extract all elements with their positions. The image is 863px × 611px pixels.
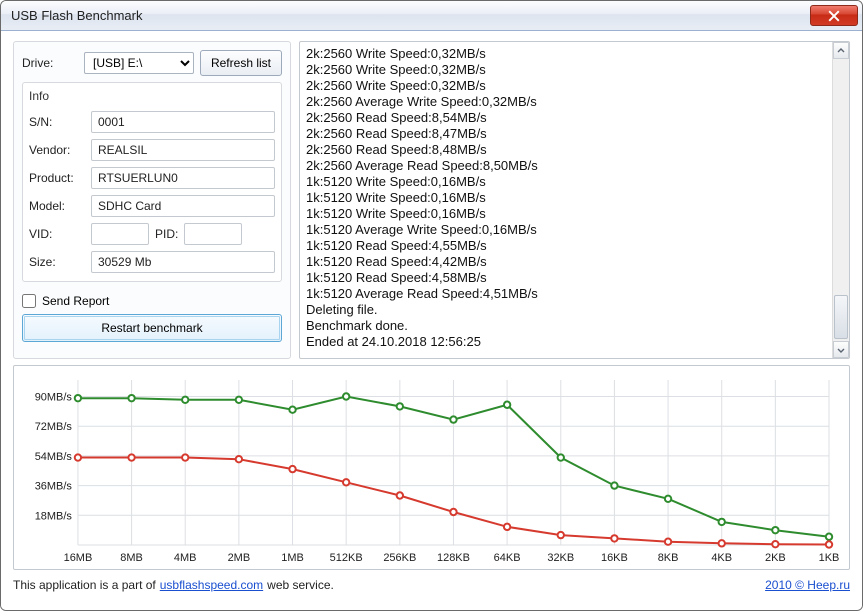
- svg-text:72MB/s: 72MB/s: [35, 421, 73, 433]
- svg-text:32KB: 32KB: [547, 552, 574, 564]
- drive-select[interactable]: [USB] E:\: [84, 52, 194, 74]
- svg-text:18MB/s: 18MB/s: [35, 510, 73, 522]
- scroll-up-button[interactable]: [833, 42, 849, 59]
- svg-text:256KB: 256KB: [383, 552, 416, 564]
- send-report-checkbox[interactable]: [22, 294, 36, 308]
- titlebar: USB Flash Benchmark: [1, 1, 862, 31]
- svg-text:2MB: 2MB: [228, 552, 251, 564]
- refresh-button[interactable]: Refresh list: [200, 50, 282, 76]
- vendor-label: Vendor:: [29, 143, 85, 157]
- send-report-label: Send Report: [42, 294, 109, 308]
- footer-text-prefix: This application is a part of: [13, 578, 156, 592]
- svg-text:90MB/s: 90MB/s: [35, 391, 73, 403]
- svg-text:8MB: 8MB: [120, 552, 143, 564]
- svg-text:4KB: 4KB: [711, 552, 732, 564]
- vid-field[interactable]: [91, 223, 149, 245]
- log-text: 2k:2560 Write Speed:0,32MB/s 2k:2560 Wri…: [300, 42, 832, 358]
- window-title: USB Flash Benchmark: [11, 8, 810, 23]
- svg-text:1KB: 1KB: [819, 552, 839, 564]
- footer: This application is a part of usbflashsp…: [13, 576, 850, 592]
- chevron-up-icon: [837, 47, 845, 55]
- scroll-track[interactable]: [833, 59, 849, 341]
- svg-text:8KB: 8KB: [658, 552, 679, 564]
- model-field[interactable]: [91, 195, 275, 217]
- scroll-thumb[interactable]: [834, 295, 848, 339]
- size-field[interactable]: [91, 251, 275, 273]
- footer-link-usbflashspeed[interactable]: usbflashspeed.com: [160, 578, 263, 592]
- info-group-title: Info: [29, 89, 275, 103]
- close-icon: [828, 10, 840, 22]
- close-button[interactable]: [810, 5, 858, 26]
- sn-field[interactable]: [91, 111, 275, 133]
- svg-text:16KB: 16KB: [601, 552, 628, 564]
- scrollbar[interactable]: [832, 42, 849, 358]
- model-label: Model:: [29, 199, 85, 213]
- chevron-down-icon: [837, 346, 845, 354]
- svg-text:1MB: 1MB: [281, 552, 304, 564]
- drive-label: Drive:: [22, 56, 78, 70]
- product-label: Product:: [29, 171, 85, 185]
- vendor-field[interactable]: [91, 139, 275, 161]
- log-panel: 2k:2560 Write Speed:0,32MB/s 2k:2560 Wri…: [299, 41, 850, 359]
- svg-text:54MB/s: 54MB/s: [35, 451, 73, 463]
- size-label: Size:: [29, 255, 85, 269]
- info-group: Info S/N: Vendor: Product: Model:: [22, 82, 282, 282]
- controls-panel: Drive: [USB] E:\ Refresh list Info S/N: …: [13, 41, 291, 359]
- svg-text:2KB: 2KB: [765, 552, 786, 564]
- sn-label: S/N:: [29, 115, 85, 129]
- svg-text:16MB: 16MB: [64, 552, 93, 564]
- client-area: Drive: [USB] E:\ Refresh list Info S/N: …: [1, 31, 862, 610]
- scroll-down-button[interactable]: [833, 341, 849, 358]
- chart: 18MB/s 36MB/s 54MB/s 72MB/s 90MB/s 16MB 8MB 4MB…: [13, 365, 850, 570]
- footer-link-heep[interactable]: 2010 © Heep.ru: [765, 578, 850, 592]
- vid-label: VID:: [29, 227, 85, 241]
- footer-text-suffix: web service.: [267, 578, 334, 592]
- svg-text:128KB: 128KB: [437, 552, 470, 564]
- app-window: USB Flash Benchmark Drive: [USB] E:\ Ref…: [0, 0, 863, 611]
- svg-text:512KB: 512KB: [330, 552, 363, 564]
- pid-field[interactable]: [184, 223, 242, 245]
- svg-text:4MB: 4MB: [174, 552, 197, 564]
- svg-text:36MB/s: 36MB/s: [35, 481, 73, 493]
- pid-label: PID:: [155, 227, 178, 241]
- svg-text:64KB: 64KB: [494, 552, 521, 564]
- product-field[interactable]: [91, 167, 275, 189]
- restart-button[interactable]: Restart benchmark: [22, 314, 282, 342]
